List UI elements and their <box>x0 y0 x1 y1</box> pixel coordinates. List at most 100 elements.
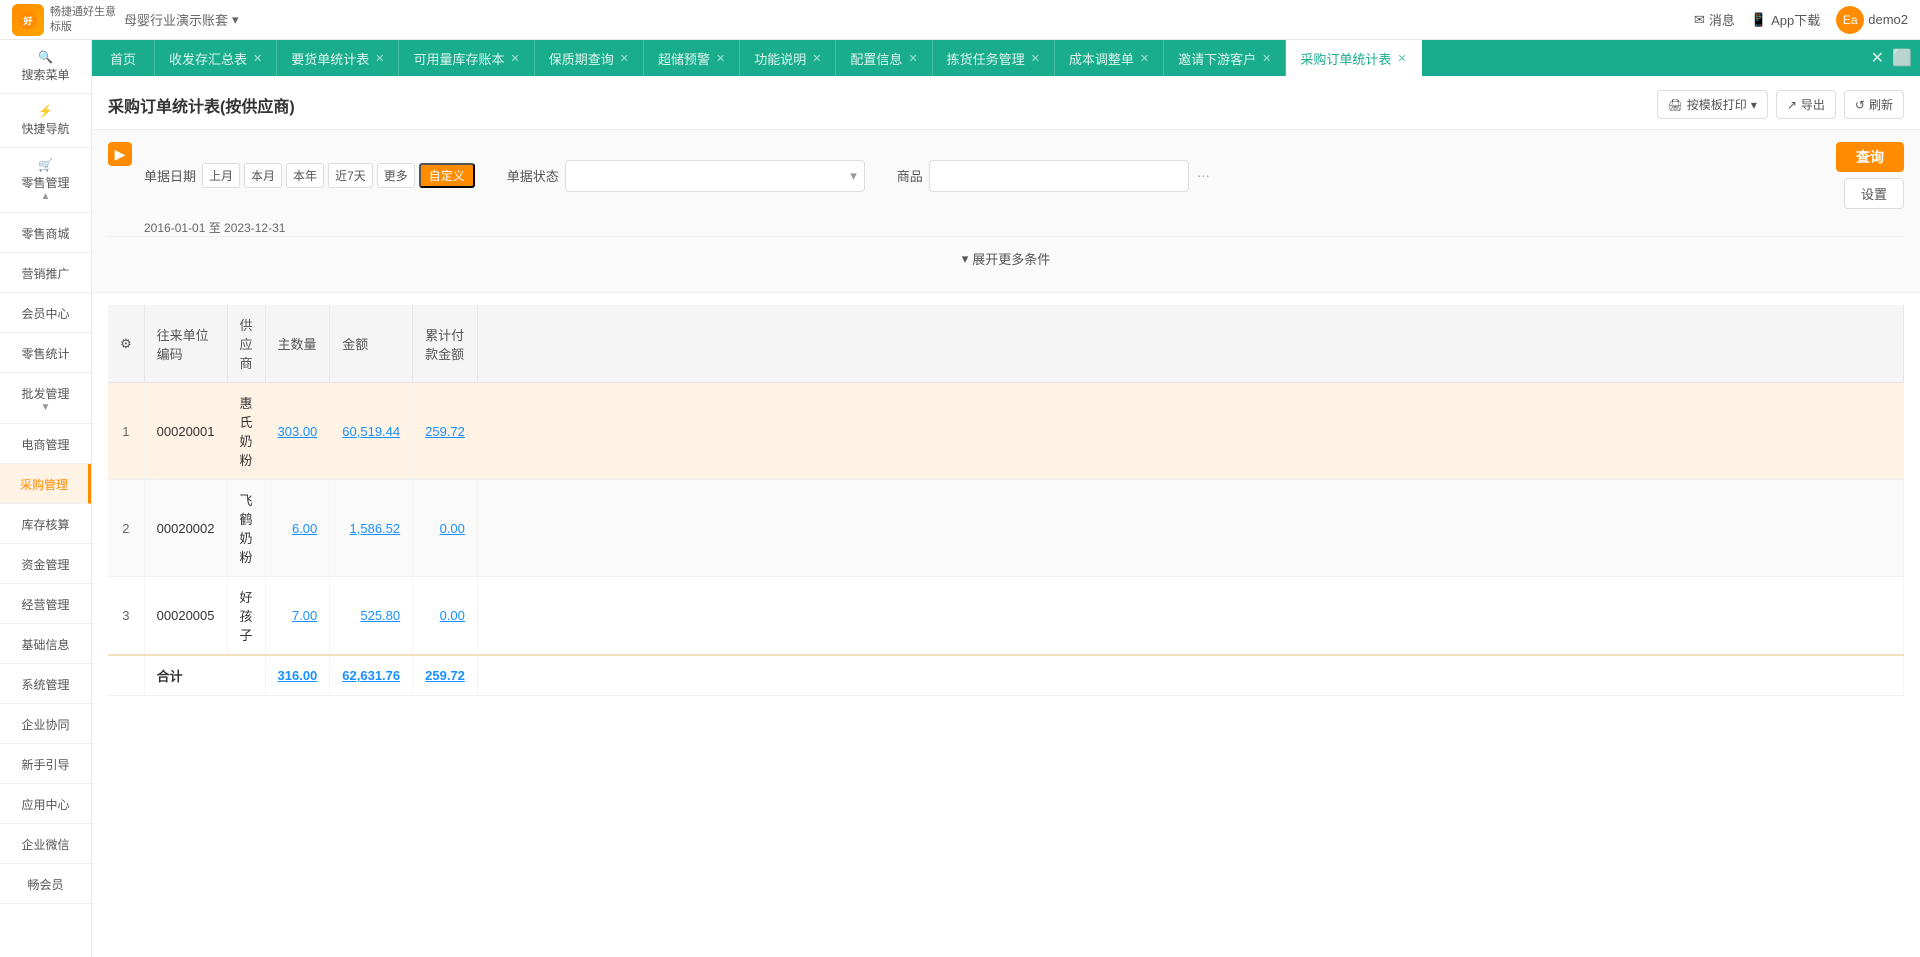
close-available-stock[interactable]: ✕ <box>511 52 520 65</box>
close-picking-task[interactable]: ✕ <box>1031 52 1040 65</box>
footer-label: 合计 <box>144 655 265 696</box>
nav-tab-order-stats[interactable]: 要货单统计表 ✕ <box>277 40 399 76</box>
th-unit-code: 往来单位编码 <box>144 305 227 383</box>
layout: 🔍 搜索菜单 ⚡ 快捷导航 🛒 零售管理 ▲ 零售商城 营销推广 会员中心 零售… <box>0 40 1920 957</box>
sidebar-item-wholesale[interactable]: 批发管理 ▼ <box>0 373 91 424</box>
overstock-label: 超储预警 <box>658 49 710 68</box>
row-amount[interactable]: 60,519.44 <box>330 383 413 480</box>
sidebar-item-inventory[interactable]: 库存核算 <box>0 504 91 544</box>
expand-more-btn[interactable]: ▾ 展开更多条件 <box>950 245 1063 272</box>
nav-tab-home[interactable]: 首页 <box>92 40 155 76</box>
receive-send-label: 收发存汇总表 <box>169 49 247 68</box>
row-amount[interactable]: 525.80 <box>330 577 413 656</box>
status-select[interactable] <box>565 160 865 192</box>
invite-downstream-label: 邀请下游客户 <box>1178 49 1256 68</box>
sidebar-item-marketing[interactable]: 营销推广 <box>0 253 91 293</box>
table-row: 2 00020002 飞鹤奶粉 6.00 1,586.52 0.00 <box>108 480 1904 577</box>
page-content: 采购订单统计表(按供应商) 🖨 按模板打印 ▾ ↗ 导出 ↺ 刷新 <box>92 76 1920 957</box>
row-seq: 2 <box>108 480 144 577</box>
sidebar-item-basic-info[interactable]: 基础信息 <box>0 624 91 664</box>
nav-tab-available-stock[interactable]: 可用量库存账本 ✕ <box>399 40 534 76</box>
status-select-wrapper: ▾ <box>565 160 865 192</box>
th-empty <box>477 305 1903 383</box>
nav-tab-purchase-stats[interactable]: 采购订单统计表 ✕ <box>1286 40 1421 76</box>
sidebar-item-finance[interactable]: 资金管理 <box>0 544 91 584</box>
sidebar-item-operations[interactable]: 经营管理 <box>0 584 91 624</box>
nav-tab-config-info[interactable]: 配置信息 ✕ <box>836 40 932 76</box>
user-avatar: Ea <box>1836 6 1864 34</box>
close-config-info[interactable]: ✕ <box>908 52 917 65</box>
close-purchase-stats[interactable]: ✕ <box>1397 52 1406 65</box>
row-empty <box>477 383 1903 480</box>
workspace-selector[interactable]: 母婴行业演示账套 ▾ <box>124 10 239 29</box>
query-btn[interactable]: 查询 <box>1836 142 1904 172</box>
nav-tab-invite-downstream[interactable]: 邀请下游客户 ✕ <box>1164 40 1286 76</box>
nav-tab-cost-adjust[interactable]: 成本调整单 ✕ <box>1055 40 1164 76</box>
row-amount[interactable]: 1,586.52 <box>330 480 413 577</box>
export-btn[interactable]: ↗ 导出 <box>1776 90 1836 119</box>
date-custom-btn[interactable]: 自定义 <box>419 163 475 188</box>
sidebar-item-retail-mall[interactable]: 零售商城 <box>0 213 91 253</box>
nav-tab-function-desc[interactable]: 功能说明 ✕ <box>740 40 836 76</box>
date-7days[interactable]: 近7天 <box>328 163 373 188</box>
sidebar-item-enterprise[interactable]: 企业协同 <box>0 704 91 744</box>
maximize-btn[interactable]: ⬜ <box>1892 48 1912 68</box>
footer-paid-amount: 259.72 <box>413 655 478 696</box>
date-more[interactable]: 更多 <box>377 163 415 188</box>
refresh-btn[interactable]: ↺ 刷新 <box>1844 90 1904 119</box>
nav-tab-picking-task[interactable]: 拣货任务管理 ✕ <box>933 40 1055 76</box>
row-paid-amount[interactable]: 259.72 <box>413 383 478 480</box>
row-main-qty[interactable]: 303.00 <box>265 383 330 480</box>
close-overstock[interactable]: ✕ <box>716 52 725 65</box>
row-main-qty[interactable]: 7.00 <box>265 577 330 656</box>
order-stats-label: 要货单统计表 <box>291 49 369 68</box>
workspace-dropdown-icon: ▾ <box>232 12 239 28</box>
sidebar-item-purchase[interactable]: 采购管理 <box>0 464 91 504</box>
sidebar-item-retail-stats[interactable]: 零售统计 <box>0 333 91 373</box>
goods-input[interactable] <box>929 160 1189 192</box>
sidebar-item-app-center[interactable]: 应用中心 <box>0 784 91 824</box>
close-shelf-life[interactable]: ✕ <box>620 52 629 65</box>
close-all-tabs-btn[interactable]: ✕ <box>1871 48 1884 68</box>
sidebar-item-search[interactable]: 🔍 搜索菜单 <box>0 40 91 94</box>
footer-empty-end <box>477 655 1903 696</box>
sidebar-item-enterprise-wechat[interactable]: 企业微信 <box>0 824 91 864</box>
sidebar-item-member2[interactable]: 畅会员 <box>0 864 91 904</box>
user-profile[interactable]: Ea demo2 <box>1836 6 1908 34</box>
settings-icon[interactable]: ⚙ <box>120 336 132 351</box>
sidebar-item-ecommerce[interactable]: 电商管理 <box>0 424 91 464</box>
close-receive-send[interactable]: ✕ <box>253 52 262 65</box>
app-download-btn[interactable]: 📱 App下载 <box>1751 10 1820 29</box>
sidebar-item-quick-nav[interactable]: ⚡ 快捷导航 <box>0 94 91 148</box>
row-main-qty[interactable]: 6.00 <box>265 480 330 577</box>
nav-tab-receive-send[interactable]: 收发存汇总表 ✕ <box>155 40 277 76</box>
nav-tab-overstock[interactable]: 超储预警 ✕ <box>644 40 740 76</box>
row-paid-amount[interactable]: 0.00 <box>413 577 478 656</box>
nav-tab-shelf-life[interactable]: 保质期查询 ✕ <box>535 40 644 76</box>
row-seq: 3 <box>108 577 144 656</box>
date-last-month[interactable]: 上月 <box>202 163 240 188</box>
print-btn[interactable]: 🖨 按模板打印 ▾ <box>1657 90 1768 119</box>
row-unit-code: 00020005 <box>144 577 227 656</box>
footer-main-qty: 316.00 <box>265 655 330 696</box>
row-supplier: 惠氏奶粉 <box>227 383 265 480</box>
message-btn[interactable]: ✉ 消息 <box>1694 10 1735 29</box>
filter-toggle-btn[interactable]: ▶ <box>108 142 132 166</box>
date-this-month[interactable]: 本月 <box>244 163 282 188</box>
close-order-stats[interactable]: ✕ <box>375 52 384 65</box>
sidebar-item-member[interactable]: 会员中心 <box>0 293 91 333</box>
close-cost-adjust[interactable]: ✕ <box>1140 52 1149 65</box>
logo-text: 畅捷通好生意 标版 <box>50 5 116 34</box>
sidebar-item-system[interactable]: 系统管理 <box>0 664 91 704</box>
close-invite-downstream[interactable]: ✕ <box>1262 52 1271 65</box>
sidebar-item-retail[interactable]: 🛒 零售管理 ▲ <box>0 148 91 213</box>
goods-more-btn[interactable]: ··· <box>1193 168 1214 183</box>
home-tab-label: 首页 <box>110 49 136 68</box>
row-paid-amount[interactable]: 0.00 <box>413 480 478 577</box>
sidebar-item-new-guide[interactable]: 新手引导 <box>0 744 91 784</box>
date-range-display: 2016-01-01 至 2023-12-31 <box>144 219 285 236</box>
close-function-desc[interactable]: ✕ <box>812 52 821 65</box>
shelf-life-label: 保质期查询 <box>549 49 614 68</box>
date-this-year[interactable]: 本年 <box>286 163 324 188</box>
settings-btn[interactable]: 设置 <box>1844 178 1904 209</box>
